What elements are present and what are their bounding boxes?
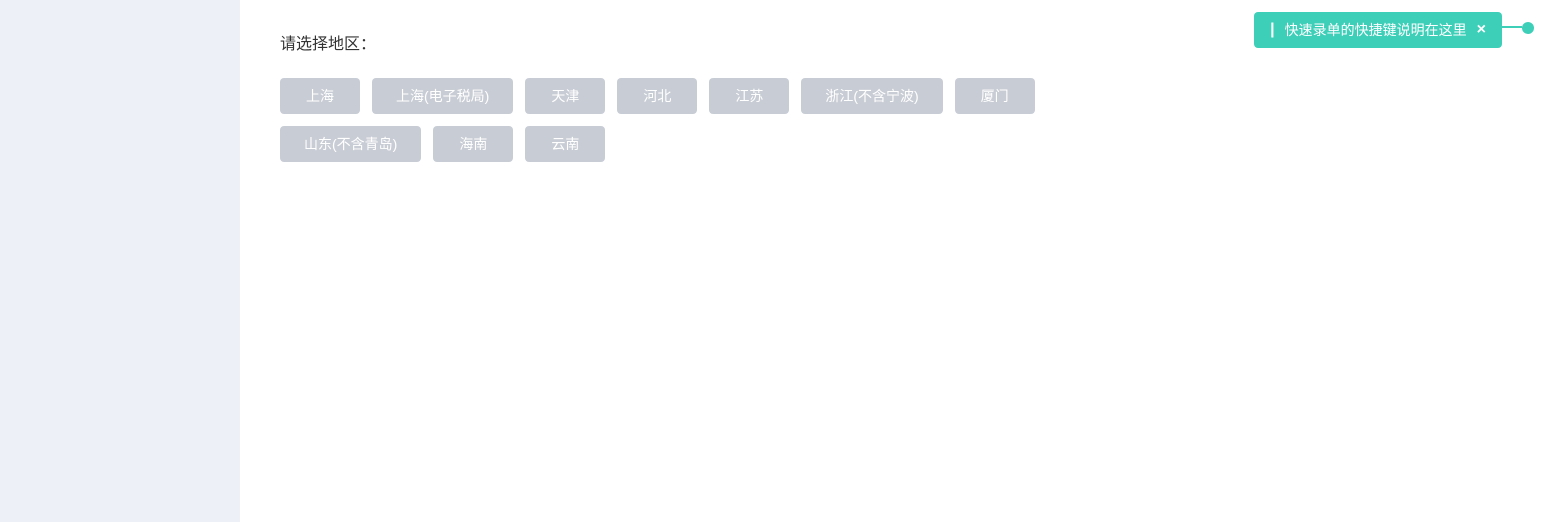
region-btn-xiamen[interactable]: 厦门	[955, 78, 1035, 114]
region-btn-tianjin[interactable]: 天津	[525, 78, 605, 114]
region-btn-jiangsu[interactable]: 江苏	[709, 78, 789, 114]
sidebar	[0, 0, 240, 522]
tooltip-banner: 快速录单的快捷键说明在这里 ×	[1254, 12, 1502, 48]
connector-line	[1502, 26, 1522, 28]
region-row-1: 上海 上海(电子税局) 天津 河北 江苏 浙江(不含宁波) 厦门	[280, 78, 1522, 114]
region-row-2: 山东(不含青岛) 海南 云南	[280, 126, 1522, 162]
tooltip-close-button[interactable]: ×	[1477, 22, 1486, 38]
region-btn-zhejiang[interactable]: 浙江(不含宁波)	[801, 78, 942, 114]
dot-indicator	[1522, 22, 1534, 34]
region-btn-shanghai[interactable]: 上海	[280, 78, 360, 114]
region-btn-shandong[interactable]: 山东(不含青岛)	[280, 126, 421, 162]
main-content: 请选择地区： 上海 上海(电子税局) 天津 河北 江苏 浙江(不含宁波) 厦门 …	[240, 0, 1562, 522]
region-btn-yunnan[interactable]: 云南	[525, 126, 605, 162]
region-btn-hebei[interactable]: 河北	[617, 78, 697, 114]
region-btn-shanghai-e-tax[interactable]: 上海(电子税局)	[372, 78, 513, 114]
region-btn-hainan[interactable]: 海南	[433, 126, 513, 162]
tooltip-text: 快速录单的快捷键说明在这里	[1285, 20, 1467, 40]
